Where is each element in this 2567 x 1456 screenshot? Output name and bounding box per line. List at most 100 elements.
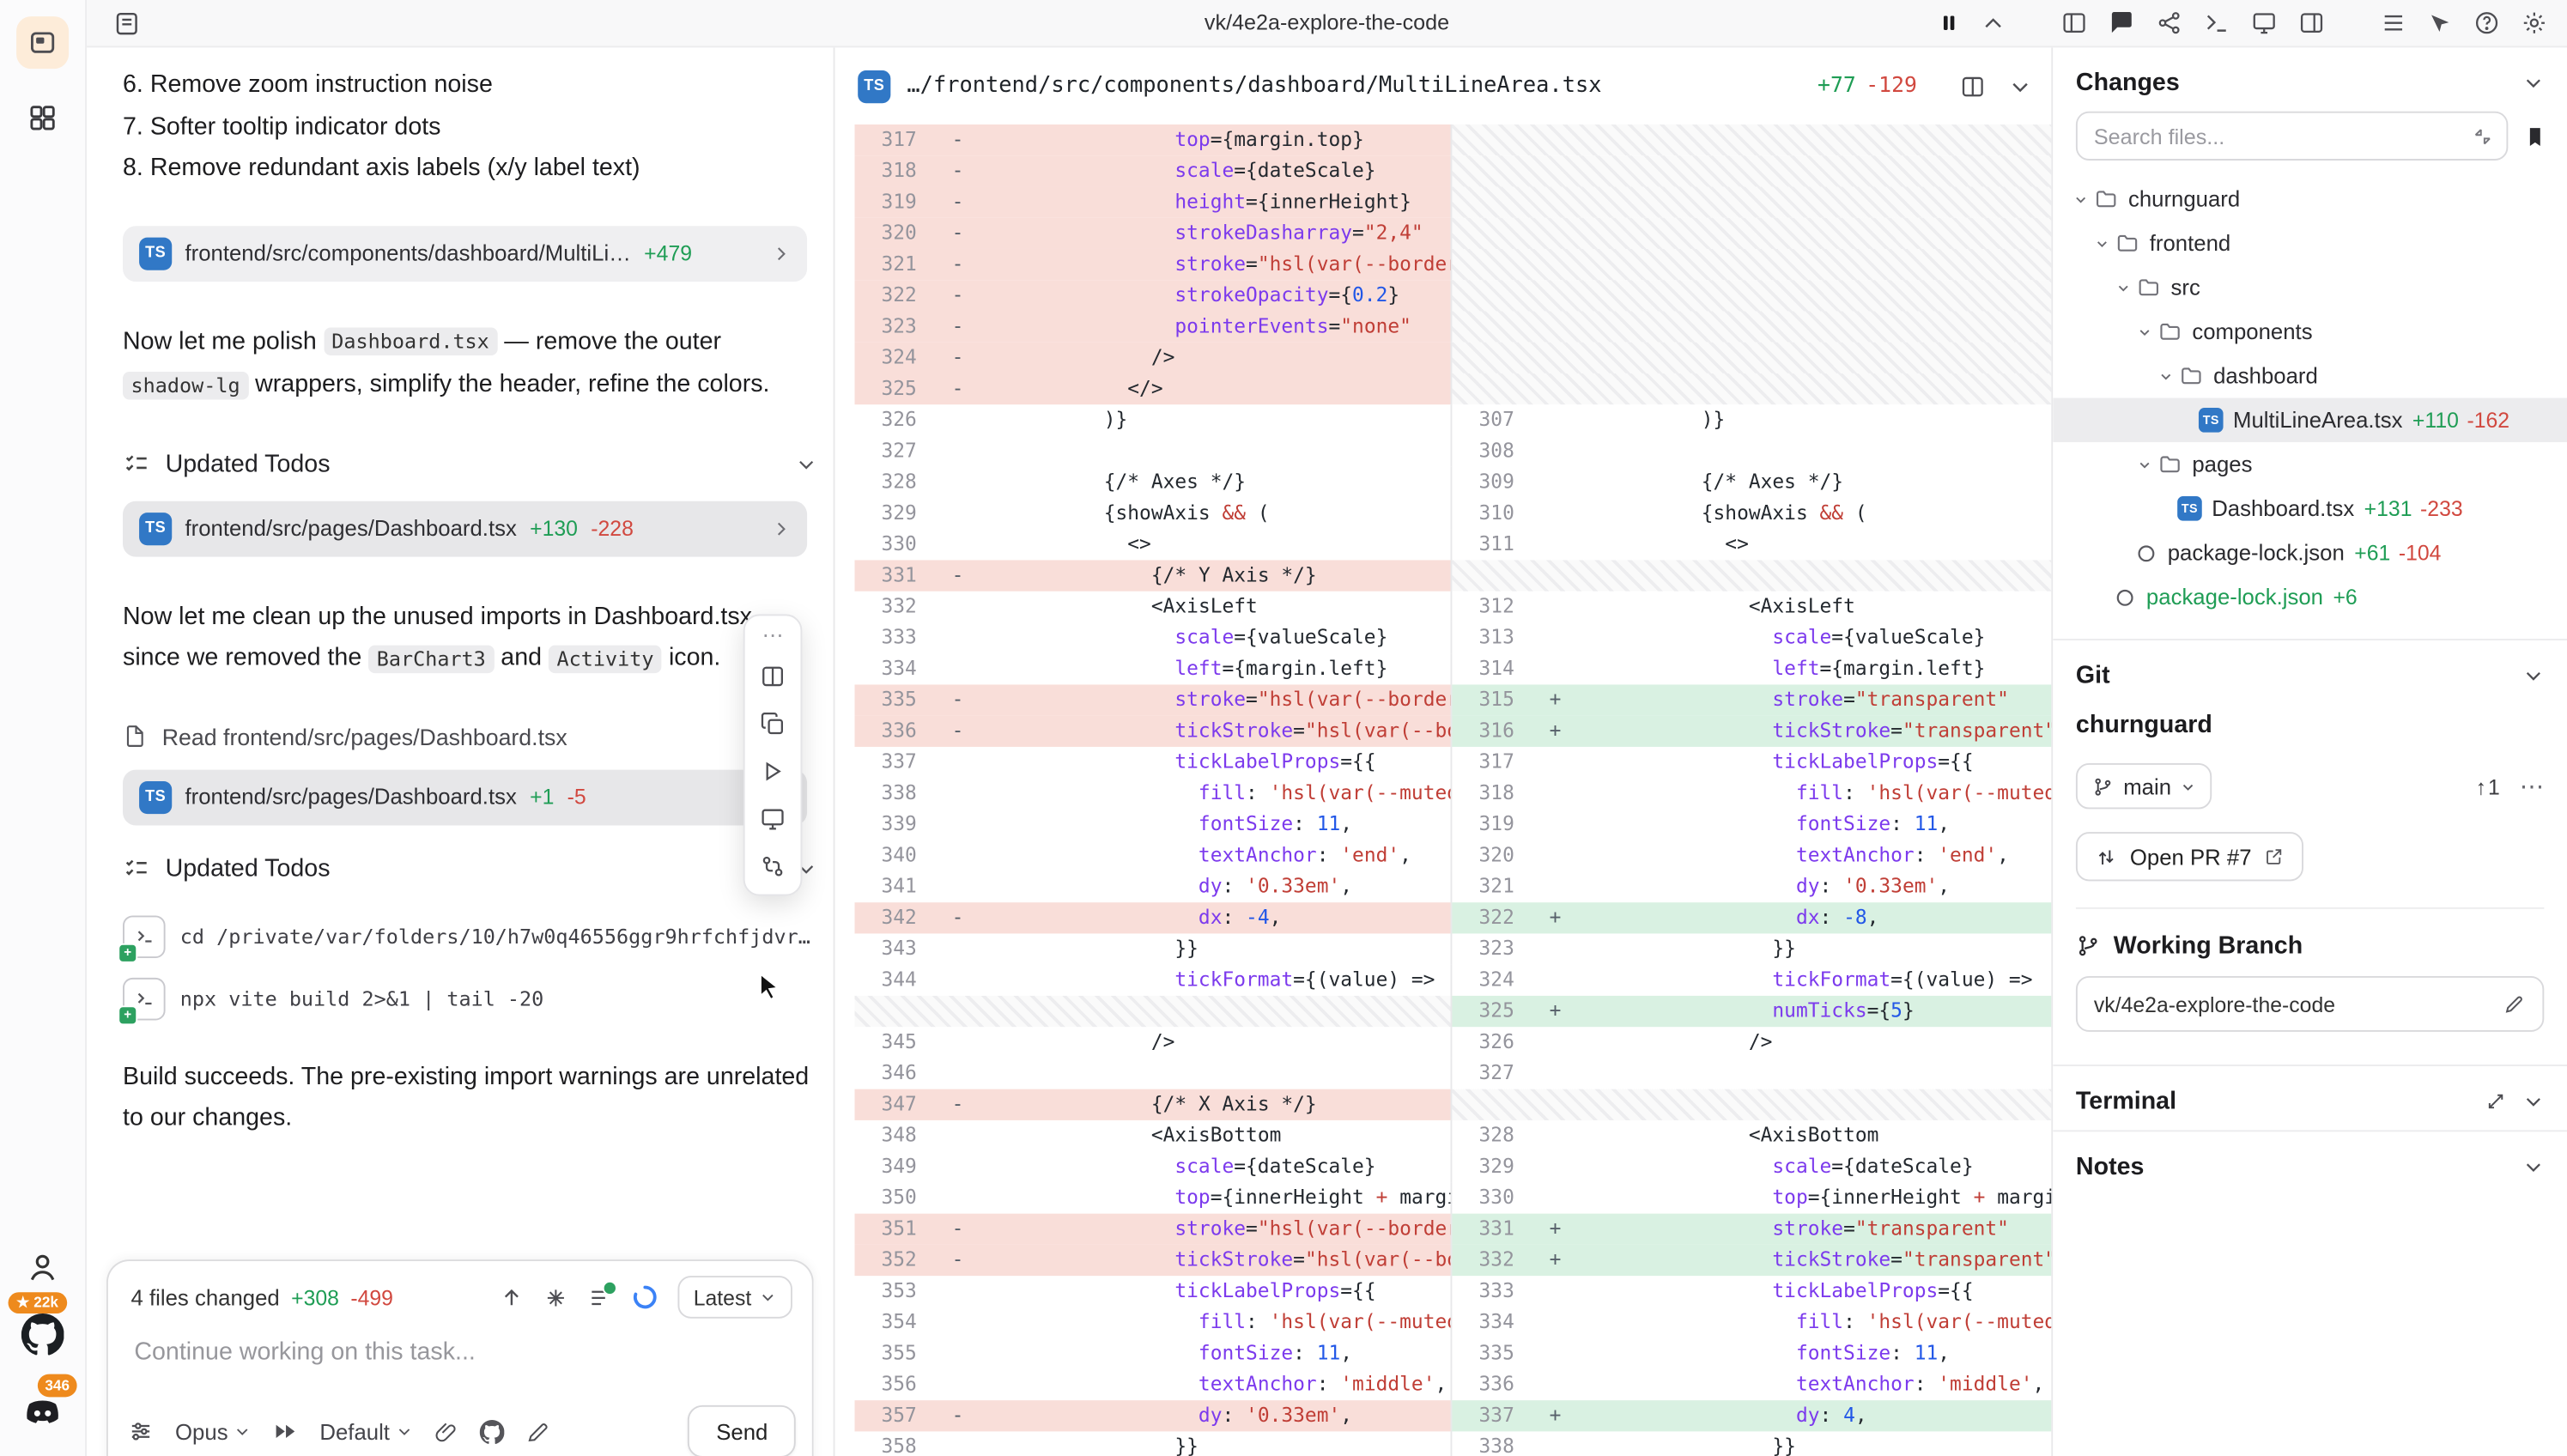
menu-icon[interactable] bbox=[2381, 9, 2407, 36]
help-icon[interactable] bbox=[2473, 9, 2500, 36]
updated-todos-toggle[interactable]: Updated Todos bbox=[123, 854, 817, 882]
chevron-down-icon[interactable] bbox=[2009, 73, 2032, 100]
tree-folder-dashboard[interactable]: dashboard bbox=[2053, 354, 2567, 398]
diff-header: TS …/frontend/src/components/dashboard/M… bbox=[854, 47, 2051, 124]
todos-status-icon[interactable] bbox=[587, 1285, 612, 1310]
notes-section: Notes bbox=[2053, 1130, 2567, 1195]
split-view-icon[interactable] bbox=[1960, 73, 1987, 100]
file-change-chip[interactable]: TS frontend/src/pages/Dashboard.tsx +130… bbox=[123, 500, 807, 556]
working-branch-header: Working Branch bbox=[2076, 907, 2544, 976]
tree-file-Dashboard.tsx[interactable]: TSDashboard.tsx+131-233 bbox=[2053, 487, 2567, 531]
inline-code: BarChart3 bbox=[368, 645, 494, 672]
run-icon[interactable] bbox=[760, 758, 786, 785]
github-link[interactable]: ★ 22k bbox=[21, 1313, 64, 1364]
workspace-active-button[interactable] bbox=[16, 16, 69, 69]
terminal-icon[interactable] bbox=[2204, 9, 2230, 36]
diff-old-cell: 356 textAnchor: 'middle', bbox=[854, 1369, 1450, 1400]
list-checks-icon bbox=[123, 854, 150, 882]
share-network-icon[interactable] bbox=[2156, 9, 2182, 36]
expand-icon[interactable] bbox=[2485, 1091, 2507, 1113]
notes-section-header[interactable]: Notes bbox=[2053, 1131, 2567, 1195]
chat-bubble-icon[interactable] bbox=[2109, 9, 2135, 36]
sliders-icon[interactable] bbox=[128, 1418, 155, 1445]
pause-icon[interactable] bbox=[1939, 11, 1960, 34]
version-dropdown[interactable]: Latest bbox=[677, 1276, 792, 1319]
read-file-row[interactable]: Read frontend/src/pages/Dashboard.tsx bbox=[123, 723, 807, 749]
diff-body[interactable]: 317- top={margin.top}318- scale={dateSca… bbox=[854, 124, 2051, 1456]
send-button[interactable]: Send bbox=[689, 1405, 796, 1456]
diff-old-cell: 322- strokeOpacity={0.2} bbox=[854, 280, 1450, 311]
discord-link[interactable]: 346 bbox=[21, 1392, 64, 1443]
pen-icon[interactable] bbox=[525, 1419, 550, 1444]
git-more-options[interactable]: ⋯ bbox=[2520, 772, 2545, 801]
message-input[interactable] bbox=[131, 1337, 796, 1368]
changes-section-header[interactable]: Changes bbox=[2053, 47, 2567, 111]
tree-file-package-lock.json[interactable]: package-lock.json+6 bbox=[2053, 575, 2567, 620]
typescript-icon: TS bbox=[139, 512, 172, 544]
chevron-down-icon bbox=[2094, 235, 2110, 252]
git-compare-icon[interactable] bbox=[760, 853, 786, 880]
more-options-icon[interactable]: ⋯ bbox=[762, 629, 784, 642]
github-icon[interactable] bbox=[480, 1419, 505, 1444]
terminal-command-row[interactable]: + npx vite build 2>&1 | tail -20 bbox=[123, 977, 817, 1020]
grid-view-button[interactable] bbox=[27, 101, 59, 134]
diff-old-cell: 320- strokeDasharray="2,4" bbox=[854, 218, 1450, 249]
model-dropdown[interactable]: Opus bbox=[175, 1419, 251, 1444]
mode-dropdown[interactable]: Default bbox=[319, 1419, 412, 1444]
commits-ahead[interactable]: ↑1 bbox=[2476, 774, 2500, 798]
tree-folder-components[interactable]: components bbox=[2053, 310, 2567, 355]
search-input[interactable] bbox=[2091, 122, 2462, 149]
files-changed-label[interactable]: 4 files changed bbox=[131, 1285, 280, 1310]
chevron-down-icon[interactable] bbox=[2523, 1091, 2545, 1113]
scroll-to-top-icon[interactable] bbox=[499, 1285, 524, 1310]
branch-dropdown[interactable]: main bbox=[2076, 763, 2212, 809]
diff-row: 332 <AxisLeft312 <AxisLeft bbox=[854, 592, 2051, 622]
gear-icon[interactable] bbox=[2521, 9, 2548, 36]
attachment-icon[interactable] bbox=[434, 1419, 458, 1444]
tree-folder-churnguard[interactable]: churnguard bbox=[2053, 177, 2567, 221]
picture-in-picture-icon bbox=[27, 27, 57, 57]
file-change-chip[interactable]: TS frontend/src/components/dashboard/Mul… bbox=[123, 225, 807, 281]
working-branch-field[interactable]: vk/4e2a-explore-the-code bbox=[2076, 976, 2544, 1032]
split-diff-icon[interactable] bbox=[760, 664, 786, 690]
diff-row: 330 <>311 <> bbox=[854, 529, 2051, 560]
open-pr-button[interactable]: Open PR #7 bbox=[2076, 832, 2304, 881]
tree-file-package-lock.json[interactable]: package-lock.json+61-104 bbox=[2053, 531, 2567, 575]
diff-old-cell: 349 scale={dateScale} bbox=[854, 1151, 1450, 1182]
diff-old-cell: 326 )} bbox=[854, 404, 1450, 435]
chevron-down-icon[interactable] bbox=[2523, 72, 2545, 94]
terminal-command-row[interactable]: + cd /private/var/folders/10/h7w0q46556g… bbox=[123, 914, 817, 957]
discord-icon bbox=[21, 1392, 64, 1435]
updated-todos-toggle[interactable]: Updated Todos bbox=[123, 450, 817, 477]
panel-left-icon[interactable] bbox=[2061, 9, 2088, 36]
pencil-icon[interactable] bbox=[2503, 992, 2527, 1016]
git-section-header[interactable]: Git bbox=[2053, 640, 2567, 704]
monitor-icon[interactable] bbox=[760, 806, 786, 833]
read-file-label: Read frontend/src/pages/Dashboard.tsx bbox=[162, 723, 567, 749]
cursor-pointer-icon[interactable] bbox=[2428, 10, 2453, 35]
copy-icon[interactable] bbox=[760, 711, 786, 737]
pull-request-arrows-icon bbox=[2096, 846, 2117, 867]
ahead-arrow-icon: ↑ bbox=[2476, 774, 2486, 798]
tree-folder-frontend[interactable]: frontend bbox=[2053, 221, 2567, 266]
diff-row: 350 top={innerHeight + margin.top}330 to… bbox=[854, 1182, 2051, 1213]
terminal-section-header[interactable]: Terminal bbox=[2053, 1066, 2567, 1130]
panel-right-icon[interactable] bbox=[2298, 9, 2325, 36]
monitor-icon[interactable] bbox=[2251, 9, 2278, 36]
asterisk-icon[interactable] bbox=[543, 1285, 567, 1310]
bookmark-icon[interactable] bbox=[2523, 124, 2548, 149]
tree-file-MultiLineArea.tsx[interactable]: TSMultiLineArea.tsx+110-162 bbox=[2053, 398, 2567, 443]
tree-folder-src[interactable]: src bbox=[2053, 265, 2567, 310]
search-files-input[interactable] bbox=[2076, 112, 2508, 161]
file-change-chip[interactable]: TS frontend/src/pages/Dashboard.tsx +1 -… bbox=[123, 769, 807, 825]
collapse-tree-icon[interactable] bbox=[2472, 125, 2493, 147]
chevron-down-icon[interactable] bbox=[2523, 665, 2545, 687]
fast-forward-icon[interactable] bbox=[272, 1418, 299, 1445]
account-icon[interactable] bbox=[25, 1250, 61, 1286]
added-badge-icon: + bbox=[118, 943, 137, 962]
chevron-down-icon[interactable] bbox=[2523, 1156, 2545, 1178]
collapse-up-icon[interactable] bbox=[1981, 10, 2006, 35]
diff-old-cell: 354 fill: 'hsl(var(--muted-foreground))'… bbox=[854, 1307, 1450, 1338]
tree-folder-pages[interactable]: pages bbox=[2053, 442, 2567, 487]
folder-icon bbox=[2136, 276, 2161, 300]
